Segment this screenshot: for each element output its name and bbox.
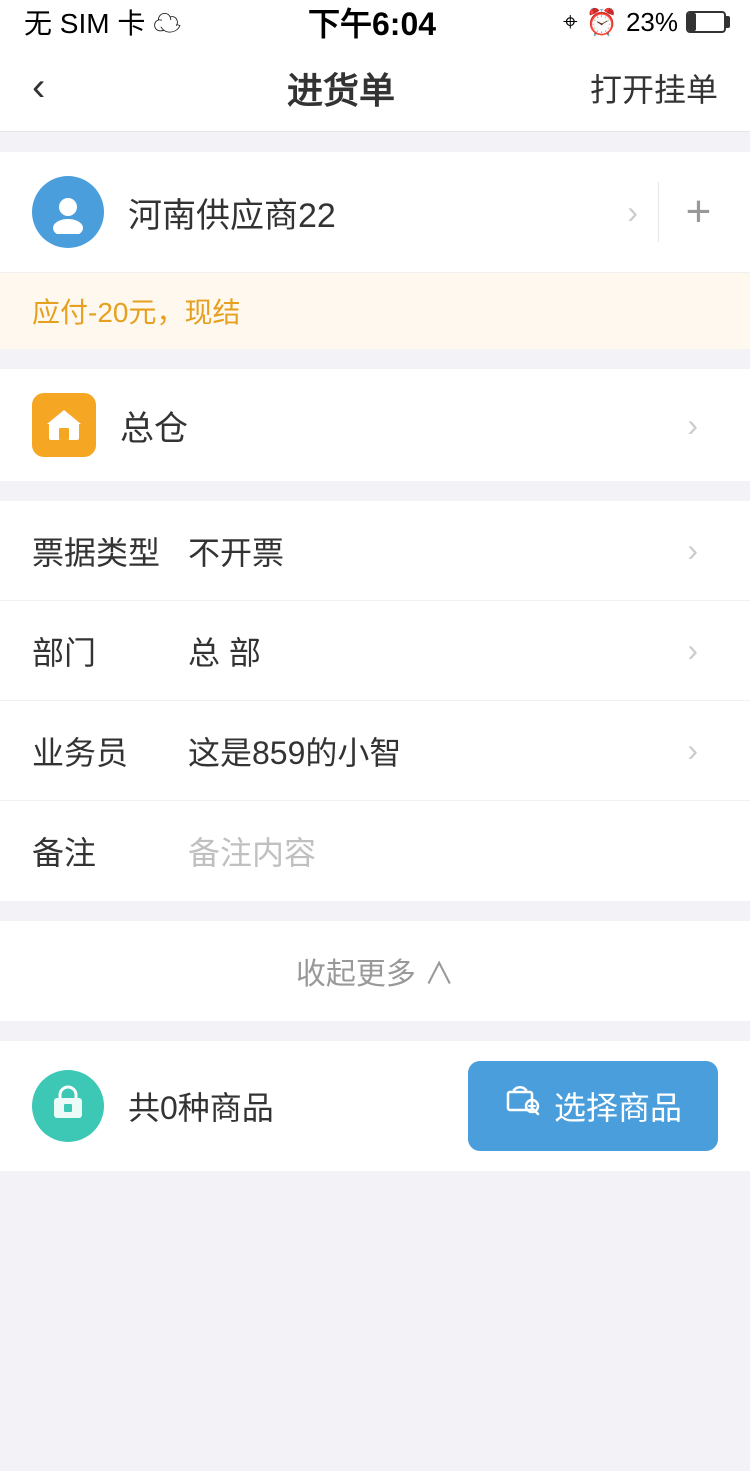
remark-label: 备注	[32, 828, 172, 874]
signal-text: 无 SIM 卡 ☁	[24, 2, 181, 42]
invoice-type-chevron-icon: ›	[687, 532, 698, 569]
warehouse-section: 总仓 ›	[0, 369, 750, 481]
product-count-text: 共0种商品	[128, 1083, 444, 1129]
invoice-type-label: 票据类型	[32, 528, 172, 574]
location-icon: ⌖	[563, 6, 578, 38]
warehouse-icon	[32, 393, 96, 457]
add-supplier-button[interactable]: +	[658, 182, 718, 242]
department-row[interactable]: 部门 总 部 ›	[0, 601, 750, 701]
form-section: 票据类型 不开票 › 部门 总 部 › 业务员 这是859的小智 › 备注 备注…	[0, 501, 750, 901]
department-chevron-icon: ›	[687, 632, 698, 669]
salesperson-label: 业务员	[32, 728, 172, 774]
select-product-label: 选择商品	[554, 1083, 682, 1129]
page-title: 进货单	[287, 62, 395, 114]
remark-row[interactable]: 备注 备注内容	[0, 801, 750, 901]
collapse-row[interactable]: 收起更多 ∧	[0, 921, 750, 1021]
notice-bar: 应付-20元，现结	[0, 273, 750, 349]
status-left: 无 SIM 卡 ☁	[24, 2, 181, 42]
supplier-section: 河南供应商22 › + 应付-20元，现结	[0, 152, 750, 349]
warehouse-chevron-icon: ›	[687, 407, 698, 444]
salesperson-row[interactable]: 业务员 这是859的小智 ›	[0, 701, 750, 801]
section-gap-1	[0, 132, 750, 152]
product-bar: 共0种商品 选择商品	[0, 1041, 750, 1171]
department-value: 总 部	[172, 628, 687, 674]
nav-bar: ‹ 进货单 打开挂单	[0, 44, 750, 132]
status-bar: 无 SIM 卡 ☁ 下午6:04 ⌖ ⏰ 23%	[0, 0, 750, 44]
warehouse-name: 总仓	[120, 401, 687, 450]
salesperson-value: 这是859的小智	[172, 728, 687, 774]
supplier-row[interactable]: 河南供应商22 › +	[0, 152, 750, 273]
supplier-chevron-icon: ›	[627, 194, 638, 231]
back-button[interactable]: ‹	[32, 65, 92, 110]
battery-icon	[686, 11, 726, 33]
alarm-icon: ⏰	[586, 7, 618, 38]
open-pending-button[interactable]: 打开挂单	[590, 65, 718, 111]
invoice-type-row[interactable]: 票据类型 不开票 ›	[0, 501, 750, 601]
supplier-name: 河南供应商22	[128, 188, 627, 237]
main-background	[0, 1171, 750, 1471]
warehouse-row[interactable]: 总仓 ›	[0, 369, 750, 481]
select-product-button[interactable]: 选择商品	[468, 1061, 718, 1151]
supplier-avatar	[32, 176, 104, 248]
collapse-text: 收起更多 ∧	[296, 949, 454, 993]
status-time: 下午6:04	[308, 0, 436, 45]
battery-text: 23%	[626, 7, 678, 38]
department-label: 部门	[32, 628, 172, 674]
remark-input[interactable]: 备注内容	[172, 828, 718, 874]
status-right: ⌖ ⏰ 23%	[563, 6, 726, 38]
select-product-icon	[504, 1084, 540, 1128]
product-count-icon	[32, 1070, 104, 1142]
invoice-type-value: 不开票	[172, 528, 687, 574]
salesperson-chevron-icon: ›	[687, 732, 698, 769]
